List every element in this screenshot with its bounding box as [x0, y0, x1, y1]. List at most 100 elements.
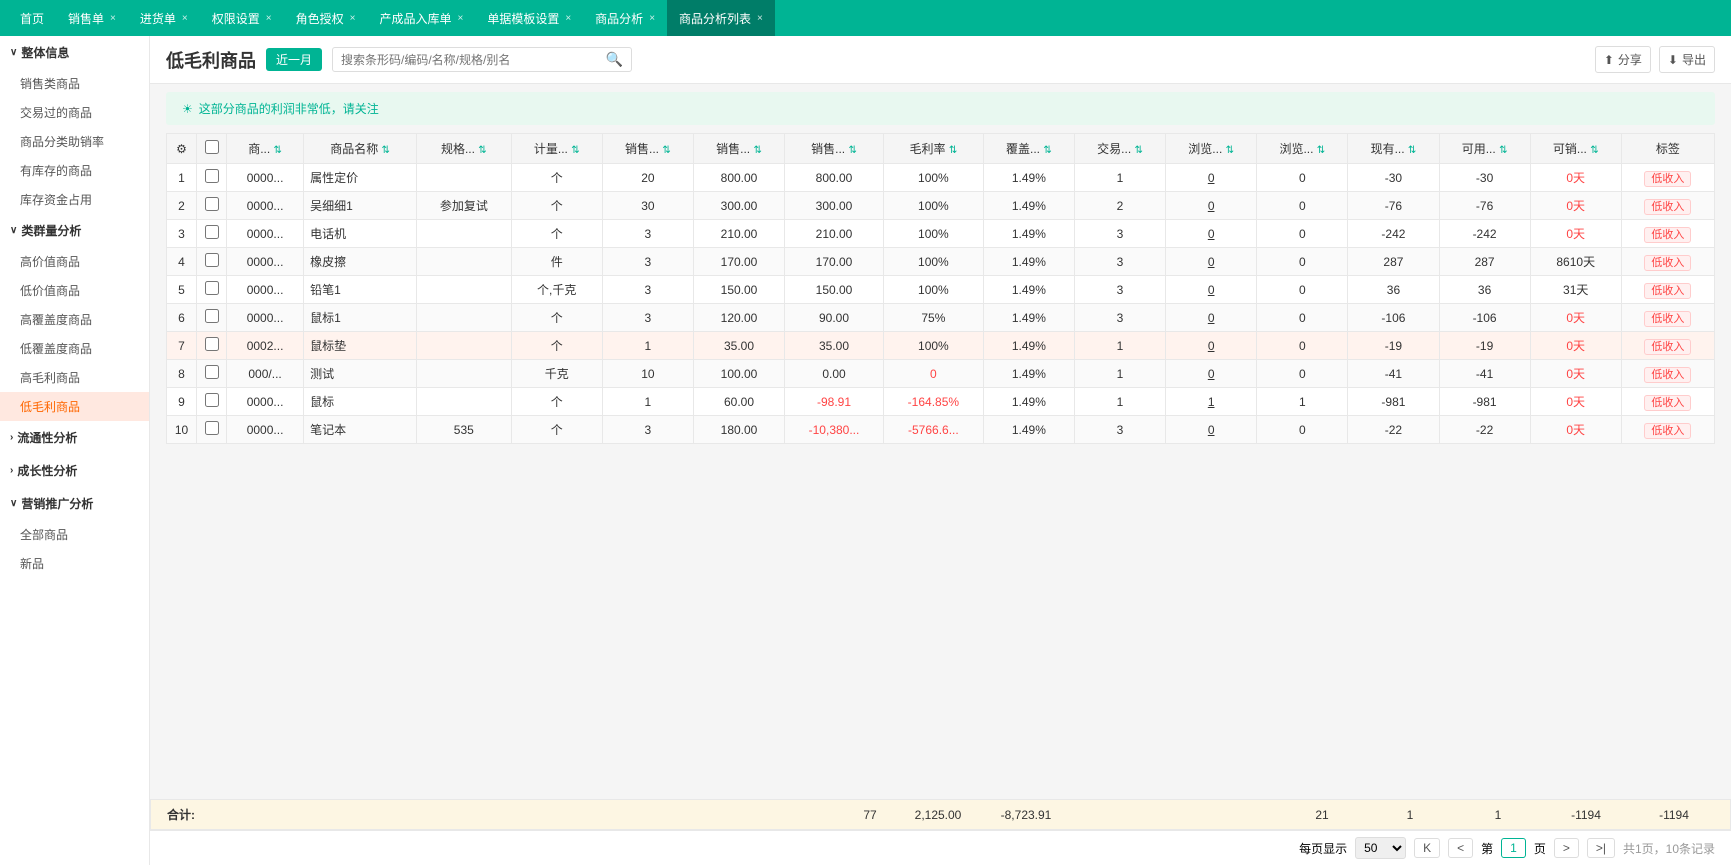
search-box[interactable]: 🔍	[332, 47, 632, 72]
col-sale-amount[interactable]: 销售... ⇅	[693, 134, 784, 164]
nav-analysis-list[interactable]: 商品分析列表 ×	[667, 0, 775, 36]
nav-roles-close[interactable]: ×	[350, 13, 356, 24]
row-view1[interactable]: 0	[1166, 304, 1257, 332]
row-select-checkbox[interactable]	[205, 337, 219, 351]
row-view1[interactable]: 0	[1166, 360, 1257, 388]
col-code[interactable]: 商... ⇅	[227, 134, 304, 164]
row-view1[interactable]: 0	[1166, 248, 1257, 276]
nav-permissions[interactable]: 权限设置 ×	[200, 0, 284, 36]
sidebar-item-all-goods[interactable]: 全部商品	[0, 520, 149, 549]
row-checkbox[interactable]	[197, 164, 227, 192]
row-checkbox[interactable]	[197, 416, 227, 444]
sidebar-item-low-value[interactable]: 低价值商品	[0, 276, 149, 305]
row-sellable: 0天	[1530, 360, 1621, 388]
row-select-checkbox[interactable]	[205, 421, 219, 435]
sidebar-item-high-coverage[interactable]: 高覆盖度商品	[0, 305, 149, 334]
first-page-btn[interactable]: K	[1414, 838, 1440, 858]
col-view2[interactable]: 浏览... ⇅	[1257, 134, 1348, 164]
nav-sales[interactable]: 销售单 ×	[56, 0, 128, 36]
row-select-checkbox[interactable]	[205, 253, 219, 267]
footer-sale-profit: -8,723.91	[986, 808, 1066, 822]
sidebar-group-cluster[interactable]: ∨ 类群量分析	[0, 214, 149, 247]
row-select-checkbox[interactable]	[205, 309, 219, 323]
sidebar-item-category-rate[interactable]: 商品分类助销率	[0, 127, 149, 156]
next-page-btn[interactable]: >	[1554, 838, 1579, 858]
nav-analysis-label: 商品分析	[595, 10, 643, 27]
row-select-checkbox[interactable]	[205, 225, 219, 239]
sidebar-item-high-value[interactable]: 高价值商品	[0, 247, 149, 276]
row-checkbox[interactable]	[197, 360, 227, 388]
nav-analysis-list-close[interactable]: ×	[757, 13, 763, 24]
nav-sales-close[interactable]: ×	[110, 13, 116, 24]
select-all-checkbox[interactable]	[205, 140, 219, 154]
col-tag[interactable]: 标签	[1621, 134, 1714, 164]
col-gross-rate[interactable]: 毛利率 ⇅	[883, 134, 983, 164]
row-select-checkbox[interactable]	[205, 365, 219, 379]
row-checkbox[interactable]	[197, 276, 227, 304]
last-page-btn[interactable]: >|	[1587, 838, 1615, 858]
sidebar-item-new-goods[interactable]: 新品	[0, 549, 149, 578]
date-filter-btn[interactable]: 近一月	[266, 48, 322, 71]
nav-analysis[interactable]: 商品分析 ×	[583, 0, 667, 36]
row-view1[interactable]: 0	[1166, 192, 1257, 220]
row-checkbox[interactable]	[197, 332, 227, 360]
col-view1[interactable]: 浏览... ⇅	[1166, 134, 1257, 164]
col-sale-qty[interactable]: 销售... ⇅	[602, 134, 693, 164]
col-sale-profit[interactable]: 销售... ⇅	[785, 134, 884, 164]
sidebar-group-overall[interactable]: ∨ 整体信息	[0, 36, 149, 69]
nav-templates-close[interactable]: ×	[565, 13, 571, 24]
sidebar-group-flow[interactable]: › 流通性分析	[0, 421, 149, 454]
row-view1[interactable]: 0	[1166, 332, 1257, 360]
col-coverage[interactable]: 覆盖... ⇅	[983, 134, 1074, 164]
col-unit[interactable]: 计量... ⇅	[511, 134, 602, 164]
nav-purchase[interactable]: 进货单 ×	[128, 0, 200, 36]
sidebar-item-sales-goods[interactable]: 销售类商品	[0, 69, 149, 98]
nav-purchase-close[interactable]: ×	[182, 13, 188, 24]
row-coverage: 1.49%	[983, 332, 1074, 360]
row-view1[interactable]: 0	[1166, 220, 1257, 248]
sidebar-item-stocked-goods[interactable]: 有库存的商品	[0, 156, 149, 185]
export-button[interactable]: ⬇ 导出	[1659, 46, 1715, 73]
share-button[interactable]: ⬆ 分享	[1595, 46, 1651, 73]
nav-products[interactable]: 产成品入库单 ×	[367, 0, 475, 36]
nav-templates[interactable]: 单据模板设置 ×	[475, 0, 583, 36]
row-view1[interactable]: 1	[1166, 388, 1257, 416]
row-view1[interactable]: 0	[1166, 416, 1257, 444]
row-checkbox[interactable]	[197, 192, 227, 220]
col-settings[interactable]: ⚙	[167, 134, 197, 164]
row-select-checkbox[interactable]	[205, 281, 219, 295]
col-current[interactable]: 现有... ⇅	[1348, 134, 1439, 164]
row-select-checkbox[interactable]	[205, 393, 219, 407]
nav-analysis-close[interactable]: ×	[649, 13, 655, 24]
search-input[interactable]	[341, 53, 602, 67]
nav-products-close[interactable]: ×	[457, 13, 463, 24]
sidebar-item-low-coverage[interactable]: 低覆盖度商品	[0, 334, 149, 363]
col-spec[interactable]: 规格... ⇅	[416, 134, 511, 164]
row-select-checkbox[interactable]	[205, 169, 219, 183]
sidebar-item-traded-goods[interactable]: 交易过的商品	[0, 98, 149, 127]
col-transaction[interactable]: 交易... ⇅	[1074, 134, 1165, 164]
search-icon[interactable]: 🔍	[606, 51, 623, 68]
prev-page-btn[interactable]: <	[1448, 838, 1473, 858]
sidebar-item-low-margin[interactable]: 低毛利商品	[0, 392, 149, 421]
per-page-select[interactable]: 50 100 200	[1355, 837, 1406, 859]
col-checkbox[interactable]	[197, 134, 227, 164]
row-checkbox[interactable]	[197, 220, 227, 248]
col-available[interactable]: 可用... ⇅	[1439, 134, 1530, 164]
row-view1[interactable]: 0	[1166, 164, 1257, 192]
sidebar-item-capital[interactable]: 库存资金占用	[0, 185, 149, 214]
row-select-checkbox[interactable]	[205, 197, 219, 211]
row-checkbox[interactable]	[197, 304, 227, 332]
col-sellable[interactable]: 可销... ⇅	[1530, 134, 1621, 164]
row-view1[interactable]: 0	[1166, 276, 1257, 304]
nav-permissions-close[interactable]: ×	[266, 13, 272, 24]
row-checkbox[interactable]	[197, 248, 227, 276]
sidebar-group-growth[interactable]: › 成长性分析	[0, 454, 149, 487]
col-name[interactable]: 商品名称 ⇅	[304, 134, 417, 164]
nav-home[interactable]: 首页	[8, 0, 56, 36]
row-spec	[416, 388, 511, 416]
sidebar-group-marketing[interactable]: ∨ 营销推广分析	[0, 487, 149, 520]
sidebar-item-high-margin[interactable]: 高毛利商品	[0, 363, 149, 392]
nav-roles[interactable]: 角色授权 ×	[284, 0, 368, 36]
row-checkbox[interactable]	[197, 388, 227, 416]
